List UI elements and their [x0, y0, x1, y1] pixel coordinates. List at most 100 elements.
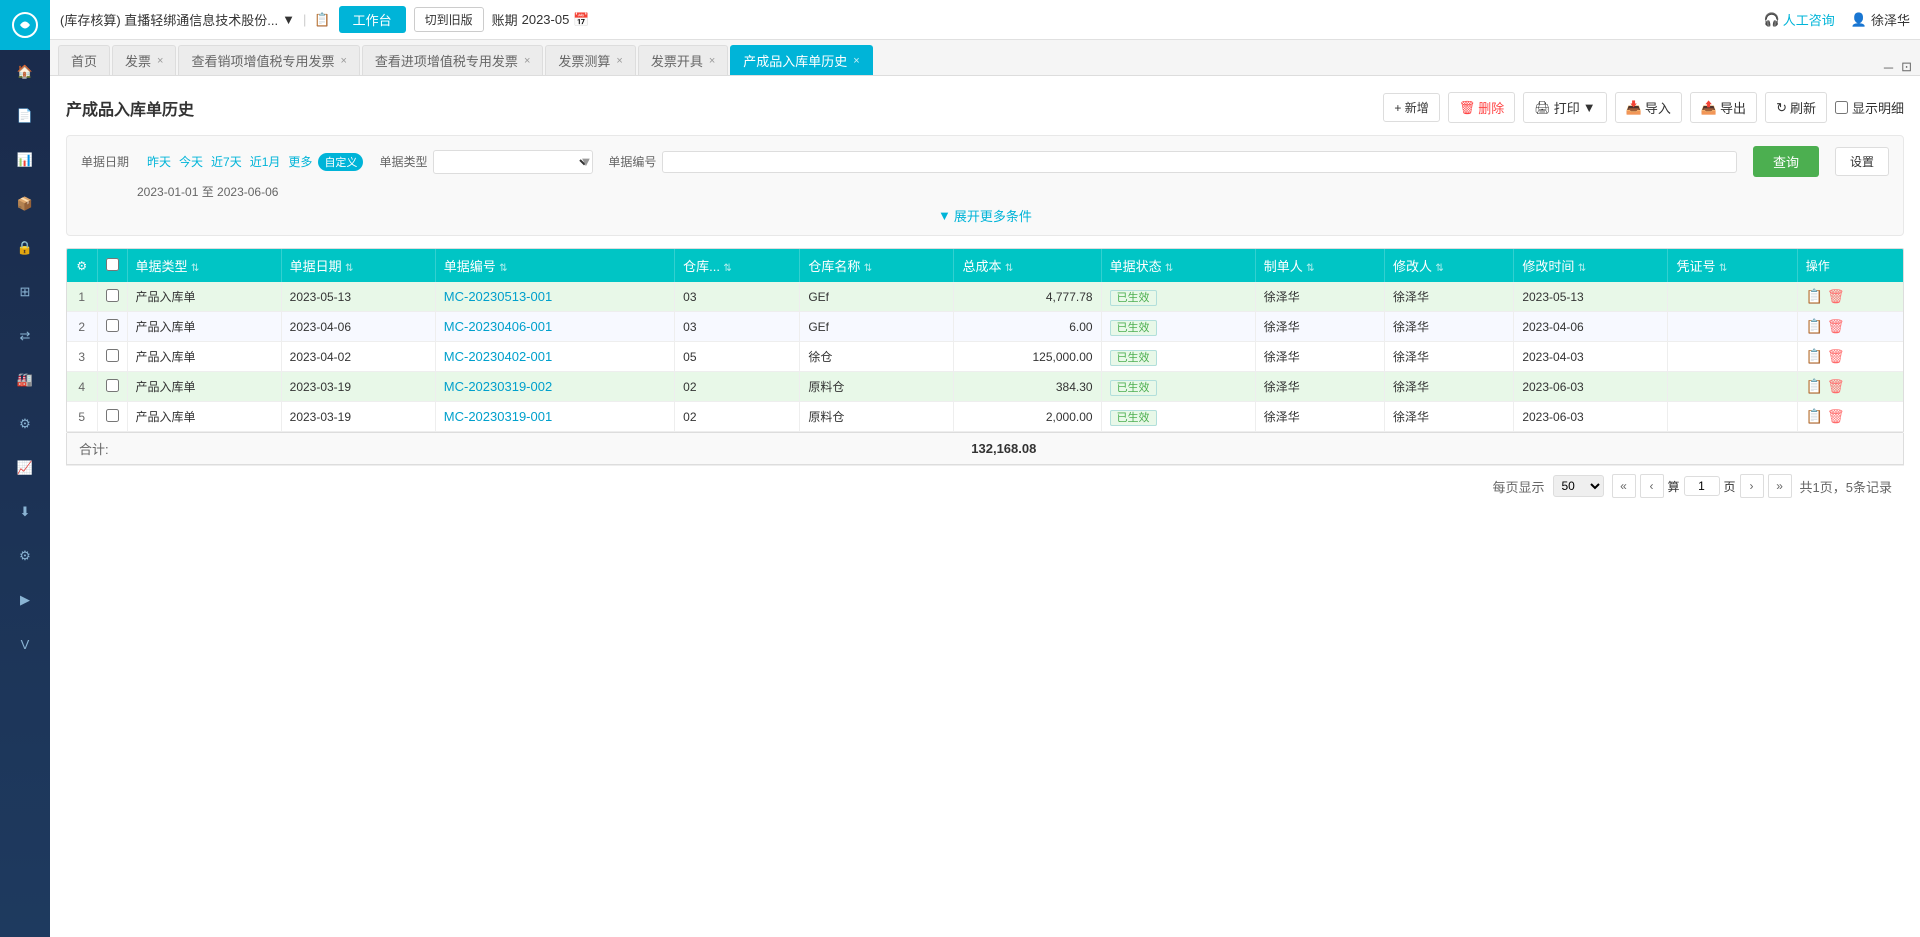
col-voucher[interactable]: 凭证号 ⇅	[1668, 249, 1797, 282]
date-7days-btn[interactable]: 近7天	[209, 153, 244, 171]
tab-sales-vat[interactable]: 查看销项增值税专用发票 ×	[178, 45, 359, 75]
row-delete-icon[interactable]: 🗑	[1827, 408, 1845, 424]
tab-invoice-open-close[interactable]: ×	[709, 55, 715, 67]
row-delete-icon[interactable]: 🗑	[1827, 288, 1845, 304]
date-1month-btn[interactable]: 近1月	[248, 153, 283, 171]
show-detail-input[interactable]	[1835, 101, 1848, 114]
page-prev-button[interactable]: ‹	[1640, 474, 1664, 498]
number-filter-input[interactable]	[662, 151, 1737, 173]
select-all-checkbox[interactable]	[106, 258, 119, 271]
filter-settings-button[interactable]: 设置	[1835, 147, 1889, 176]
type-filter-select[interactable]	[433, 150, 593, 174]
switch-version-button[interactable]: 切到旧版	[414, 7, 484, 32]
company-selector[interactable]: (库存核算) 直播轻绑通信息技术股份... ▼	[60, 10, 295, 29]
row-checkbox-cell[interactable]	[97, 342, 127, 372]
col-modify-time[interactable]: 修改时间 ⇅	[1514, 249, 1668, 282]
sidebar-version[interactable]: V	[0, 622, 50, 666]
row-number[interactable]: MC-20230319-001	[435, 402, 674, 432]
sidebar-reports[interactable]: 📈	[0, 446, 50, 490]
maximize-icon[interactable]: ⊡	[1901, 59, 1912, 75]
row-number-link[interactable]: MC-20230402-001	[444, 349, 552, 364]
import-button[interactable]: 📥 导入	[1615, 92, 1682, 123]
col-type[interactable]: 单据类型 ⇅	[127, 249, 281, 282]
workspace-button[interactable]: 工作台	[339, 6, 406, 33]
col-warehouse-name[interactable]: 仓库名称 ⇅	[800, 249, 954, 282]
tab-invoice[interactable]: 发票 ×	[112, 45, 176, 75]
sidebar-home[interactable]: 🏠	[0, 50, 50, 94]
query-button[interactable]: 查询	[1753, 146, 1819, 177]
row-number[interactable]: MC-20230319-002	[435, 372, 674, 402]
sidebar-settings[interactable]: ⚙	[0, 534, 50, 578]
col-modifier[interactable]: 修改人 ⇅	[1385, 249, 1514, 282]
tab-home[interactable]: 首页	[58, 45, 110, 75]
tab-invoice-close[interactable]: ×	[157, 55, 163, 67]
row-edit-icon[interactable]: 📋	[1806, 408, 1823, 424]
row-number[interactable]: MC-20230406-001	[435, 312, 674, 342]
expand-conditions-button[interactable]: ▼ 展开更多条件	[938, 206, 1032, 225]
col-total-cost[interactable]: 总成本 ⇅	[954, 249, 1101, 282]
col-checkbox[interactable]	[97, 249, 127, 282]
row-checkbox[interactable]	[106, 349, 119, 362]
date-custom-btn[interactable]: 自定义	[318, 153, 363, 171]
tab-product-instock-close[interactable]: ×	[853, 55, 859, 67]
sidebar-transfer[interactable]: ⇄	[0, 314, 50, 358]
sidebar-invoice[interactable]: 📄	[0, 94, 50, 138]
col-status[interactable]: 单据状态 ⇅	[1101, 249, 1255, 282]
new-button[interactable]: + 新增	[1383, 93, 1439, 122]
row-delete-icon[interactable]: 🗑	[1827, 378, 1845, 394]
row-delete-icon[interactable]: 🗑	[1827, 348, 1845, 364]
show-detail-checkbox[interactable]: 显示明细	[1835, 98, 1904, 117]
col-warehouse-code[interactable]: 仓库... ⇅	[675, 249, 800, 282]
export-button[interactable]: 📤 导出	[1690, 92, 1757, 123]
row-checkbox[interactable]	[106, 409, 119, 422]
page-last-button[interactable]: »	[1768, 474, 1792, 498]
tab-invoice-calc[interactable]: 发票测算 ×	[545, 45, 635, 75]
sidebar-grid[interactable]: ⊞	[0, 270, 50, 314]
row-number-link[interactable]: MC-20230319-002	[444, 379, 552, 394]
tab-invoice-calc-close[interactable]: ×	[616, 55, 622, 67]
row-edit-icon[interactable]: 📋	[1806, 318, 1823, 334]
page-size-select[interactable]: 20 50 100 200	[1553, 475, 1604, 497]
col-date[interactable]: 单据日期 ⇅	[281, 249, 435, 282]
col-number[interactable]: 单据编号 ⇅	[435, 249, 674, 282]
sidebar-production[interactable]: ⚙	[0, 402, 50, 446]
date-yesterday-btn[interactable]: 昨天	[145, 153, 173, 171]
row-edit-icon[interactable]: 📋	[1806, 288, 1823, 304]
page-first-button[interactable]: «	[1612, 474, 1636, 498]
refresh-button[interactable]: ↻ 刷新	[1765, 92, 1827, 123]
sidebar-play[interactable]: ▶	[0, 578, 50, 622]
row-checkbox[interactable]	[106, 289, 119, 302]
sidebar-stock[interactable]: 📦	[0, 182, 50, 226]
row-number[interactable]: MC-20230513-001	[435, 282, 674, 312]
row-number-link[interactable]: MC-20230513-001	[444, 289, 552, 304]
row-checkbox-cell[interactable]	[97, 282, 127, 312]
page-number-input[interactable]	[1684, 476, 1720, 496]
service-button[interactable]: 🎧 人工咨询	[1764, 10, 1835, 29]
sidebar-warehouse[interactable]: 🏭	[0, 358, 50, 402]
row-number[interactable]: MC-20230402-001	[435, 342, 674, 372]
print-button[interactable]: 🖨 打印 ▼	[1523, 92, 1606, 123]
row-number-link[interactable]: MC-20230319-001	[444, 409, 552, 424]
row-checkbox[interactable]	[106, 379, 119, 392]
col-settings[interactable]: ⚙	[67, 249, 97, 282]
delete-button[interactable]: 🗑 删除	[1448, 92, 1516, 123]
col-creator[interactable]: 制单人 ⇅	[1255, 249, 1384, 282]
row-checkbox-cell[interactable]	[97, 372, 127, 402]
tab-sales-vat-close[interactable]: ×	[340, 55, 346, 67]
page-next-button[interactable]: ›	[1740, 474, 1764, 498]
row-checkbox-cell[interactable]	[97, 312, 127, 342]
tab-invoice-open[interactable]: 发票开具 ×	[638, 45, 728, 75]
tab-purchase-vat[interactable]: 查看进项增值税专用发票 ×	[362, 45, 543, 75]
row-edit-icon[interactable]: 📋	[1806, 378, 1823, 394]
row-number-link[interactable]: MC-20230406-001	[444, 319, 552, 334]
row-checkbox[interactable]	[106, 319, 119, 332]
sidebar-chart[interactable]: 📊	[0, 138, 50, 182]
row-edit-icon[interactable]: 📋	[1806, 348, 1823, 364]
tab-product-instock[interactable]: 产成品入库单历史 ×	[730, 45, 872, 75]
sidebar-download[interactable]: ⬇	[0, 490, 50, 534]
row-delete-icon[interactable]: 🗑	[1827, 318, 1845, 334]
date-more-btn[interactable]: 更多	[286, 153, 314, 171]
row-checkbox-cell[interactable]	[97, 402, 127, 432]
date-today-btn[interactable]: 今天	[177, 153, 205, 171]
minimize-icon[interactable]: ─	[1884, 60, 1893, 75]
